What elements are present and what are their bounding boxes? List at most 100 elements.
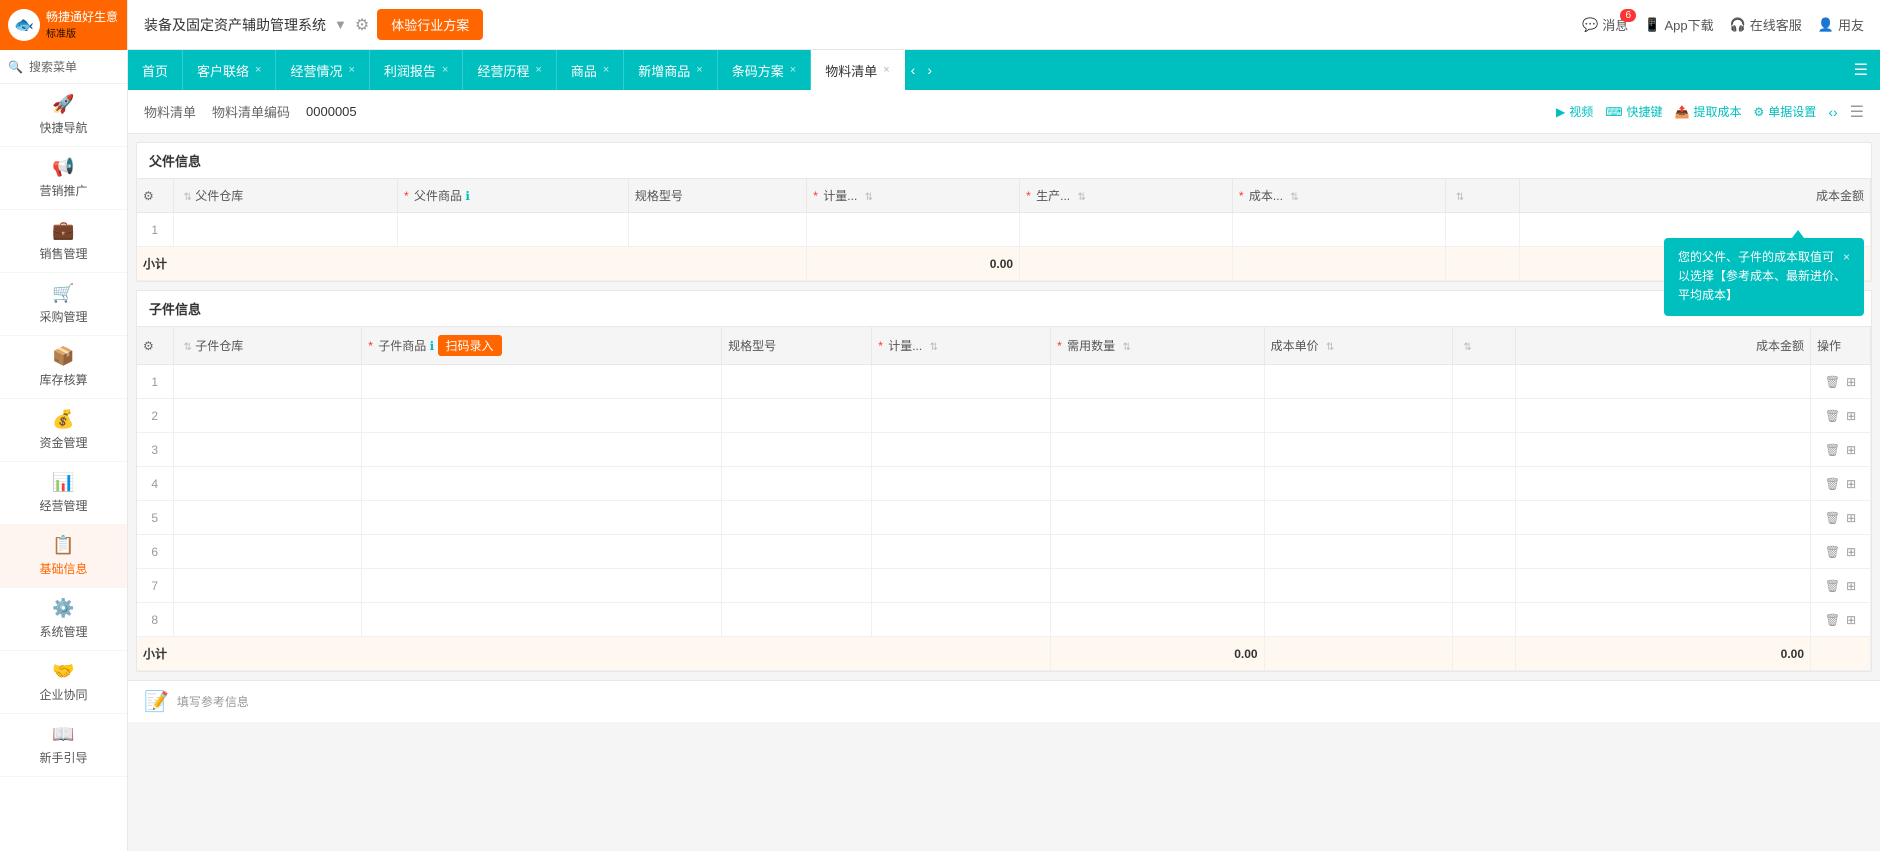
tab-operation-history-close[interactable]: ×: [535, 64, 541, 76]
child-row-8-copy-icon[interactable]: ⊞: [1846, 613, 1856, 627]
parent-row-1-cost[interactable]: [1232, 213, 1445, 247]
child-row-4-copy-icon[interactable]: ⊞: [1846, 477, 1856, 491]
child-row-8-delete-icon[interactable]: 🗑: [1825, 613, 1840, 627]
child-row-8-required-qty[interactable]: [1051, 603, 1264, 637]
tab-next-arrow[interactable]: ›: [921, 62, 938, 78]
child-row-8-unit-cost[interactable]: [1264, 603, 1453, 637]
extract-cost-link[interactable]: 📤 提取成本: [1675, 103, 1742, 120]
parent-row-1-goods[interactable]: [397, 213, 628, 247]
parent-sort-warehouse[interactable]: ⇅: [184, 192, 192, 203]
child-row-1-delete-icon[interactable]: 🗑: [1825, 375, 1840, 389]
topbar-settings-icon[interactable]: ⚙: [355, 15, 369, 35]
scan-input-button[interactable]: 扫码录入: [438, 335, 502, 356]
child-row-8-goods[interactable]: [362, 603, 722, 637]
child-row-2-qty-unit[interactable]: [872, 399, 1051, 433]
sidebar-item-basic-info[interactable]: 📋 基础信息: [0, 525, 127, 588]
child-row-7-goods[interactable]: [362, 569, 722, 603]
tab-home[interactable]: 首页: [128, 50, 183, 90]
tab-operation-status-close[interactable]: ×: [348, 64, 354, 76]
content-next-arrow[interactable]: ›: [1833, 104, 1838, 120]
tab-customer-close[interactable]: ×: [255, 64, 261, 76]
child-row-5-delete-icon[interactable]: 🗑: [1825, 511, 1840, 525]
child-row-5-spec[interactable]: [722, 501, 872, 535]
child-row-6-warehouse[interactable]: [173, 535, 362, 569]
user-button[interactable]: 👤 用友: [1818, 15, 1864, 34]
online-service-button[interactable]: 🎧 在线客服: [1730, 15, 1802, 34]
child-row-6-delete-icon[interactable]: 🗑: [1825, 545, 1840, 559]
search-menu[interactable]: 🔍 搜索菜单: [0, 50, 127, 84]
tab-goods[interactable]: 商品 ×: [557, 50, 624, 90]
child-row-4-required-qty[interactable]: [1051, 467, 1264, 501]
child-row-1-unit-cost[interactable]: [1264, 365, 1453, 399]
child-row-7-spec[interactable]: [722, 569, 872, 603]
sidebar-item-purchase[interactable]: 🛒 采购管理: [0, 273, 127, 336]
parent-row-1-spec[interactable]: [628, 213, 806, 247]
sidebar-item-operation[interactable]: 📊 经营管理: [0, 462, 127, 525]
child-row-5-unit-cost[interactable]: [1264, 501, 1453, 535]
child-row-7-warehouse[interactable]: [173, 569, 362, 603]
tab-profit-report[interactable]: 利润报告 ×: [370, 50, 463, 90]
tab-bom[interactable]: 物料清单 ×: [811, 50, 904, 90]
child-row-4-warehouse[interactable]: [173, 467, 362, 501]
child-row-8-spec[interactable]: [722, 603, 872, 637]
child-row-1-goods[interactable]: [362, 365, 722, 399]
child-row-7-required-qty[interactable]: [1051, 569, 1264, 603]
child-row-2-unit-cost[interactable]: [1264, 399, 1453, 433]
child-row-3-delete-icon[interactable]: 🗑: [1825, 443, 1840, 457]
tab-profit-report-close[interactable]: ×: [442, 64, 448, 76]
child-row-7-delete-icon[interactable]: 🗑: [1825, 579, 1840, 593]
message-button[interactable]: 💬 消息 6: [1582, 15, 1628, 34]
child-row-3-required-qty[interactable]: [1051, 433, 1264, 467]
tab-customer[interactable]: 客户联络 ×: [183, 50, 276, 90]
child-row-5-required-qty[interactable]: [1051, 501, 1264, 535]
child-row-3-qty-unit[interactable]: [872, 433, 1051, 467]
child-row-5-goods[interactable]: [362, 501, 722, 535]
parent-row-1-production[interactable]: [1020, 213, 1233, 247]
child-row-7-copy-icon[interactable]: ⊞: [1846, 579, 1856, 593]
child-row-4-spec[interactable]: [722, 467, 872, 501]
child-row-3-unit-cost[interactable]: [1264, 433, 1453, 467]
child-row-4-delete-icon[interactable]: 🗑: [1825, 477, 1840, 491]
single-settings-link[interactable]: ⚙ 单据设置: [1754, 103, 1817, 120]
tab-bom-close[interactable]: ×: [883, 64, 889, 76]
app-download-button[interactable]: 📱 App下载: [1644, 15, 1713, 34]
child-row-4-goods[interactable]: [362, 467, 722, 501]
tab-operation-history[interactable]: 经营历程 ×: [463, 50, 556, 90]
menu-icon[interactable]: ☰: [1850, 102, 1864, 122]
child-row-2-delete-icon[interactable]: 🗑: [1825, 409, 1840, 423]
shortcut-link[interactable]: ⌨ 快捷键: [1605, 103, 1662, 120]
child-row-2-copy-icon[interactable]: ⊞: [1846, 409, 1856, 423]
child-row-6-copy-icon[interactable]: ⊞: [1846, 545, 1856, 559]
child-sort-unit-cost[interactable]: ⇅: [1326, 342, 1334, 353]
sidebar-item-sales[interactable]: 💼 销售管理: [0, 210, 127, 273]
child-row-6-spec[interactable]: [722, 535, 872, 569]
child-row-3-goods[interactable]: [362, 433, 722, 467]
tab-prev-arrow[interactable]: ‹: [905, 62, 922, 78]
topbar-dropdown-arrow[interactable]: ▼: [334, 17, 347, 32]
tab-add-goods-close[interactable]: ×: [696, 64, 702, 76]
child-row-2-goods[interactable]: [362, 399, 722, 433]
parent-sort-icon[interactable]: ⇅: [1456, 192, 1464, 203]
parent-sort-prod[interactable]: ⇅: [1077, 192, 1085, 203]
child-sort-required-qty[interactable]: ⇅: [1123, 342, 1131, 353]
child-row-2-warehouse[interactable]: [173, 399, 362, 433]
child-row-4-qty-unit[interactable]: [872, 467, 1051, 501]
child-row-6-required-qty[interactable]: [1051, 535, 1264, 569]
trial-button[interactable]: 体验行业方案: [377, 9, 483, 40]
sidebar-item-guide[interactable]: 📖 新手引导: [0, 714, 127, 777]
parent-col-settings-icon[interactable]: ⚙: [143, 189, 154, 203]
child-row-8-qty-unit[interactable]: [872, 603, 1051, 637]
child-row-7-qty-unit[interactable]: [872, 569, 1051, 603]
sidebar-item-finance[interactable]: 💰 资金管理: [0, 399, 127, 462]
child-col-settings-icon[interactable]: ⚙: [143, 339, 154, 353]
tooltip-close-button[interactable]: ×: [1843, 248, 1850, 267]
child-row-5-copy-icon[interactable]: ⊞: [1846, 511, 1856, 525]
child-sort-qty[interactable]: ⇅: [930, 342, 938, 353]
child-sort-warehouse[interactable]: ⇅: [184, 342, 192, 353]
parent-sort-cost[interactable]: ⇅: [1290, 192, 1298, 203]
tab-goods-close[interactable]: ×: [603, 64, 609, 76]
child-row-1-required-qty[interactable]: [1051, 365, 1264, 399]
tab-barcode[interactable]: 条码方案 ×: [718, 50, 811, 90]
tab-barcode-close[interactable]: ×: [790, 64, 796, 76]
child-row-2-spec[interactable]: [722, 399, 872, 433]
